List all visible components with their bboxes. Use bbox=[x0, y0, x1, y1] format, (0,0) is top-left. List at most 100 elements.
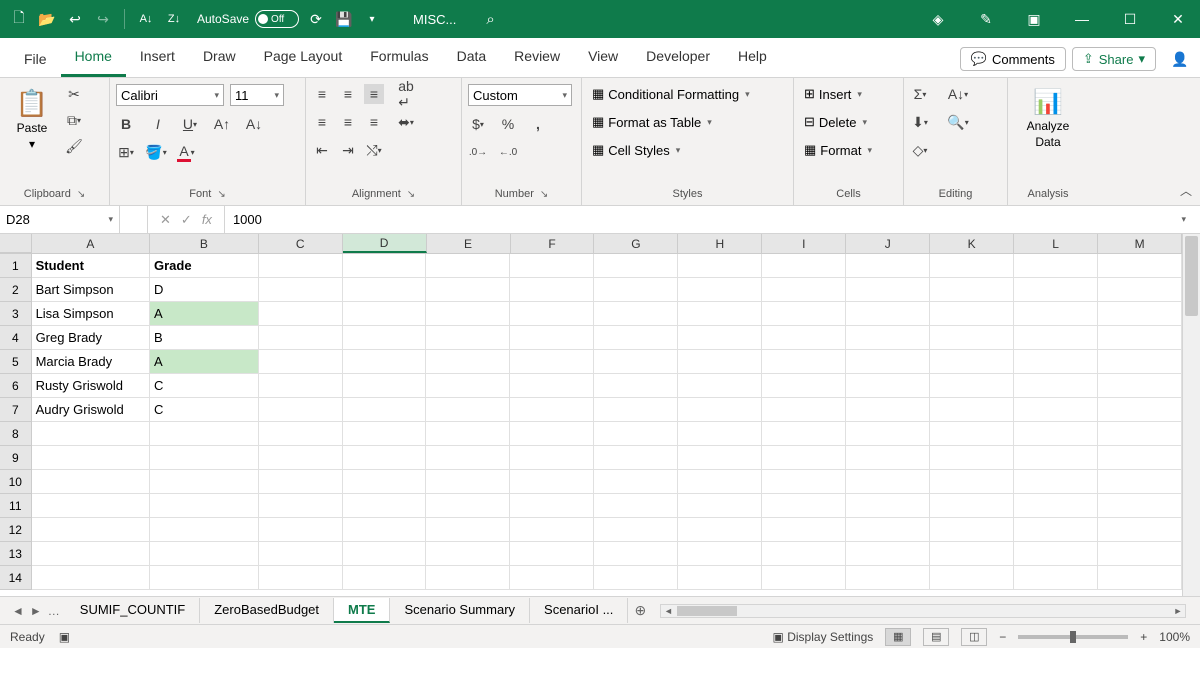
currency-icon[interactable]: $▾ bbox=[468, 114, 488, 134]
row-header-7[interactable]: 7 bbox=[0, 398, 32, 422]
cell-E7[interactable] bbox=[426, 398, 510, 422]
cell-H7[interactable] bbox=[678, 398, 762, 422]
cell-F8[interactable] bbox=[510, 422, 594, 446]
tab-page-layout[interactable]: Page Layout bbox=[250, 40, 357, 77]
cell-K13[interactable] bbox=[930, 542, 1014, 566]
cell-C13[interactable] bbox=[259, 542, 343, 566]
dialog-launcher-icon[interactable]: ↘ bbox=[407, 189, 415, 200]
row-header-5[interactable]: 5 bbox=[0, 350, 32, 374]
cell-J14[interactable] bbox=[846, 566, 930, 590]
cell-M6[interactable] bbox=[1098, 374, 1182, 398]
fill-icon[interactable]: ⬇▾ bbox=[910, 112, 930, 132]
column-header-L[interactable]: L bbox=[1014, 234, 1098, 253]
cell-M7[interactable] bbox=[1098, 398, 1182, 422]
cell-F1[interactable] bbox=[510, 254, 594, 278]
cell-D13[interactable] bbox=[343, 542, 427, 566]
copy-icon[interactable]: ⧉▾ bbox=[64, 110, 84, 130]
cell-K8[interactable] bbox=[930, 422, 1014, 446]
cell-F4[interactable] bbox=[510, 326, 594, 350]
cell-I1[interactable] bbox=[762, 254, 846, 278]
cell-M10[interactable] bbox=[1098, 470, 1182, 494]
autosave-toggle[interactable]: AutoSave Off bbox=[197, 10, 299, 28]
cell-H10[interactable] bbox=[678, 470, 762, 494]
qat-more-icon[interactable]: ▾ bbox=[361, 8, 383, 30]
cell-styles-button[interactable]: ▦Cell Styles▾ bbox=[588, 140, 684, 160]
tab-formulas[interactable]: Formulas bbox=[356, 40, 442, 77]
cell-I12[interactable] bbox=[762, 518, 846, 542]
decrease-indent-icon[interactable]: ⇤ bbox=[312, 140, 332, 160]
analyze-data-button[interactable]: 📊 Analyze Data bbox=[1014, 84, 1082, 153]
cell-L11[interactable] bbox=[1014, 494, 1098, 518]
add-sheet-icon[interactable]: ⊕ bbox=[628, 602, 652, 619]
cell-J12[interactable] bbox=[846, 518, 930, 542]
decrease-font-icon[interactable]: A↓ bbox=[244, 114, 264, 134]
cell-C1[interactable] bbox=[259, 254, 343, 278]
orientation-icon[interactable]: ⤭▾ bbox=[364, 140, 384, 160]
delete-cells-button[interactable]: ⊟Delete▾ bbox=[800, 112, 871, 132]
font-color-icon[interactable]: A▾ bbox=[176, 142, 196, 162]
cell-G13[interactable] bbox=[594, 542, 678, 566]
cell-A1[interactable]: Student bbox=[32, 254, 150, 278]
cell-A4[interactable]: Greg Brady bbox=[32, 326, 150, 350]
cell-G14[interactable] bbox=[594, 566, 678, 590]
sheet-tab-sumif-countif[interactable]: SUMIF_COUNTIF bbox=[66, 598, 200, 623]
tab-view[interactable]: View bbox=[574, 40, 632, 77]
cell-I4[interactable] bbox=[762, 326, 846, 350]
cell-G2[interactable] bbox=[594, 278, 678, 302]
cell-E14[interactable] bbox=[426, 566, 510, 590]
cell-D2[interactable] bbox=[343, 278, 427, 302]
sheet-nav-prev-icon[interactable]: ◄ bbox=[12, 604, 24, 618]
zoom-slider[interactable] bbox=[1018, 635, 1128, 639]
tab-review[interactable]: Review bbox=[500, 40, 574, 77]
view-page-layout-icon[interactable]: ▤ bbox=[923, 628, 949, 646]
cell-A11[interactable] bbox=[32, 494, 150, 518]
cell-M1[interactable] bbox=[1098, 254, 1182, 278]
cell-F11[interactable] bbox=[510, 494, 594, 518]
zoom-out-icon[interactable]: − bbox=[999, 630, 1006, 644]
sheet-tab-mte[interactable]: MTE bbox=[334, 598, 390, 623]
row-header-14[interactable]: 14 bbox=[0, 566, 32, 590]
column-header-J[interactable]: J bbox=[846, 234, 930, 253]
row-header-10[interactable]: 10 bbox=[0, 470, 32, 494]
cell-K12[interactable] bbox=[930, 518, 1014, 542]
cell-B1[interactable]: Grade bbox=[150, 254, 259, 278]
cell-C10[interactable] bbox=[259, 470, 343, 494]
cell-J10[interactable] bbox=[846, 470, 930, 494]
align-bottom-icon[interactable]: ≡ bbox=[364, 84, 384, 104]
sheet-nav-next-icon[interactable]: ► bbox=[30, 604, 42, 618]
column-header-A[interactable]: A bbox=[32, 234, 150, 253]
tab-insert[interactable]: Insert bbox=[126, 40, 189, 77]
tab-draw[interactable]: Draw bbox=[189, 40, 250, 77]
undo-icon[interactable]: ↩ bbox=[64, 8, 86, 30]
cell-F10[interactable] bbox=[510, 470, 594, 494]
cell-B2[interactable]: D bbox=[150, 278, 259, 302]
cell-G12[interactable] bbox=[594, 518, 678, 542]
decrease-decimal-icon[interactable]: ←.0 bbox=[498, 142, 518, 162]
sheet-tab-scenarioi-[interactable]: ScenarioI ... bbox=[530, 598, 628, 623]
sheet-nav-more-icon[interactable]: … bbox=[48, 604, 60, 618]
cell-I2[interactable] bbox=[762, 278, 846, 302]
cell-J7[interactable] bbox=[846, 398, 930, 422]
cell-I14[interactable] bbox=[762, 566, 846, 590]
align-top-icon[interactable]: ≡ bbox=[312, 84, 332, 104]
row-header-4[interactable]: 4 bbox=[0, 326, 32, 350]
save-icon[interactable]: 💾 bbox=[333, 8, 355, 30]
cell-M3[interactable] bbox=[1098, 302, 1182, 326]
row-header-12[interactable]: 12 bbox=[0, 518, 32, 542]
cell-A2[interactable]: Bart Simpson bbox=[32, 278, 150, 302]
cell-C3[interactable] bbox=[259, 302, 343, 326]
cell-L14[interactable] bbox=[1014, 566, 1098, 590]
cell-D1[interactable] bbox=[343, 254, 427, 278]
cell-L2[interactable] bbox=[1014, 278, 1098, 302]
cell-H6[interactable] bbox=[678, 374, 762, 398]
cell-D6[interactable] bbox=[343, 374, 427, 398]
cell-I6[interactable] bbox=[762, 374, 846, 398]
find-icon[interactable]: 🔍▾ bbox=[948, 112, 968, 132]
cell-F12[interactable] bbox=[510, 518, 594, 542]
cell-I7[interactable] bbox=[762, 398, 846, 422]
cell-D12[interactable] bbox=[343, 518, 427, 542]
cell-F3[interactable] bbox=[510, 302, 594, 326]
align-center-icon[interactable]: ≡ bbox=[338, 112, 358, 132]
cell-L4[interactable] bbox=[1014, 326, 1098, 350]
cell-E10[interactable] bbox=[426, 470, 510, 494]
